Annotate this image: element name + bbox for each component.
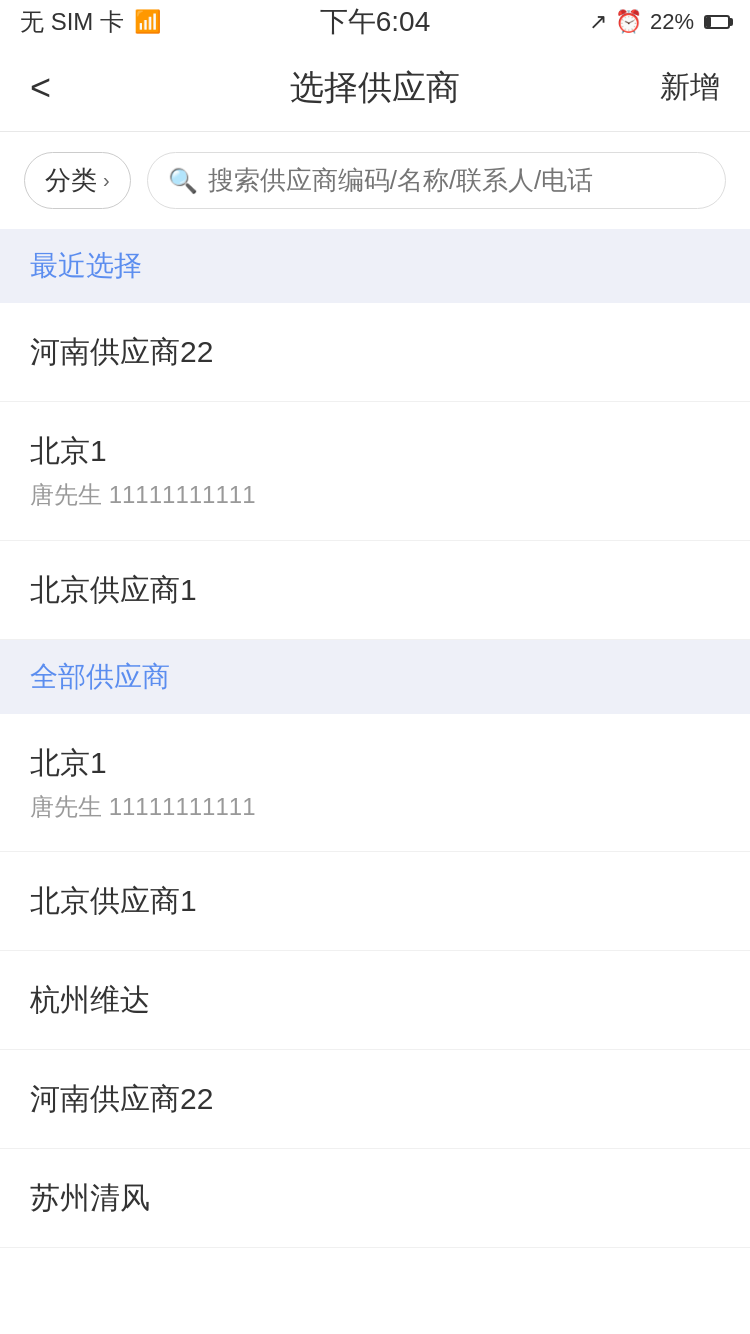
item-name: 苏州清风 — [30, 1177, 720, 1219]
status-left: 无 SIM 卡 📶 — [20, 6, 161, 38]
recent-section-header: 最近选择 — [0, 229, 750, 303]
status-bar: 无 SIM 卡 📶 下午6:04 ↗ ⏰ 22% — [0, 0, 750, 44]
all-list-item[interactable]: 苏州清风 — [0, 1149, 750, 1248]
back-button[interactable]: < — [30, 67, 90, 109]
item-name: 河南供应商22 — [30, 1078, 720, 1120]
recent-section-label: 最近选择 — [30, 250, 142, 281]
wifi-icon: 📶 — [134, 9, 161, 35]
direction-icon: ↗ — [589, 9, 607, 35]
search-box: 🔍 — [147, 152, 726, 209]
alarm-icon: ⏰ — [615, 9, 642, 35]
battery-text: 22% — [650, 9, 694, 35]
status-right: ↗ ⏰ 22% — [589, 9, 730, 35]
all-list-item[interactable]: 北京1 唐先生 11111111111 — [0, 714, 750, 853]
sim-status: 无 SIM 卡 — [20, 6, 124, 38]
recent-list-item[interactable]: 北京1 唐先生 11111111111 — [0, 402, 750, 541]
item-name: 北京1 — [30, 742, 720, 784]
all-list: 北京1 唐先生 11111111111 北京供应商1 杭州维达河南供应商22 苏州清风 — [0, 714, 750, 1249]
recent-list: 河南供应商22 北京1 唐先生 11111111111 北京供应商1 — [0, 303, 750, 640]
recent-list-item[interactable]: 河南供应商22 — [0, 303, 750, 402]
all-list-item[interactable]: 河南供应商22 — [0, 1050, 750, 1149]
nav-bar: < 选择供应商 新增 — [0, 44, 750, 132]
item-name: 河南供应商22 — [30, 331, 720, 373]
item-subtitle: 唐先生 11111111111 — [30, 790, 720, 824]
search-icon: 🔍 — [168, 167, 198, 195]
all-list-item[interactable]: 杭州维达 — [0, 951, 750, 1050]
all-section-label: 全部供应商 — [30, 661, 170, 692]
category-label: 分类 — [45, 163, 97, 198]
category-filter-button[interactable]: 分类 › — [24, 152, 131, 209]
status-time: 下午6:04 — [320, 3, 431, 41]
all-list-item[interactable]: 北京供应商1 — [0, 852, 750, 951]
filter-bar: 分类 › 🔍 — [0, 132, 750, 229]
add-button[interactable]: 新增 — [660, 67, 720, 108]
item-name: 北京供应商1 — [30, 880, 720, 922]
page-title: 选择供应商 — [290, 65, 460, 111]
recent-list-item[interactable]: 北京供应商1 — [0, 541, 750, 640]
item-name: 杭州维达 — [30, 979, 720, 1021]
item-subtitle: 唐先生 11111111111 — [30, 478, 720, 512]
search-input[interactable] — [208, 165, 705, 196]
chevron-right-icon: › — [103, 169, 110, 192]
battery-icon — [704, 15, 730, 29]
item-name: 北京1 — [30, 430, 720, 472]
all-section-header: 全部供应商 — [0, 640, 750, 714]
item-name: 北京供应商1 — [30, 569, 720, 611]
